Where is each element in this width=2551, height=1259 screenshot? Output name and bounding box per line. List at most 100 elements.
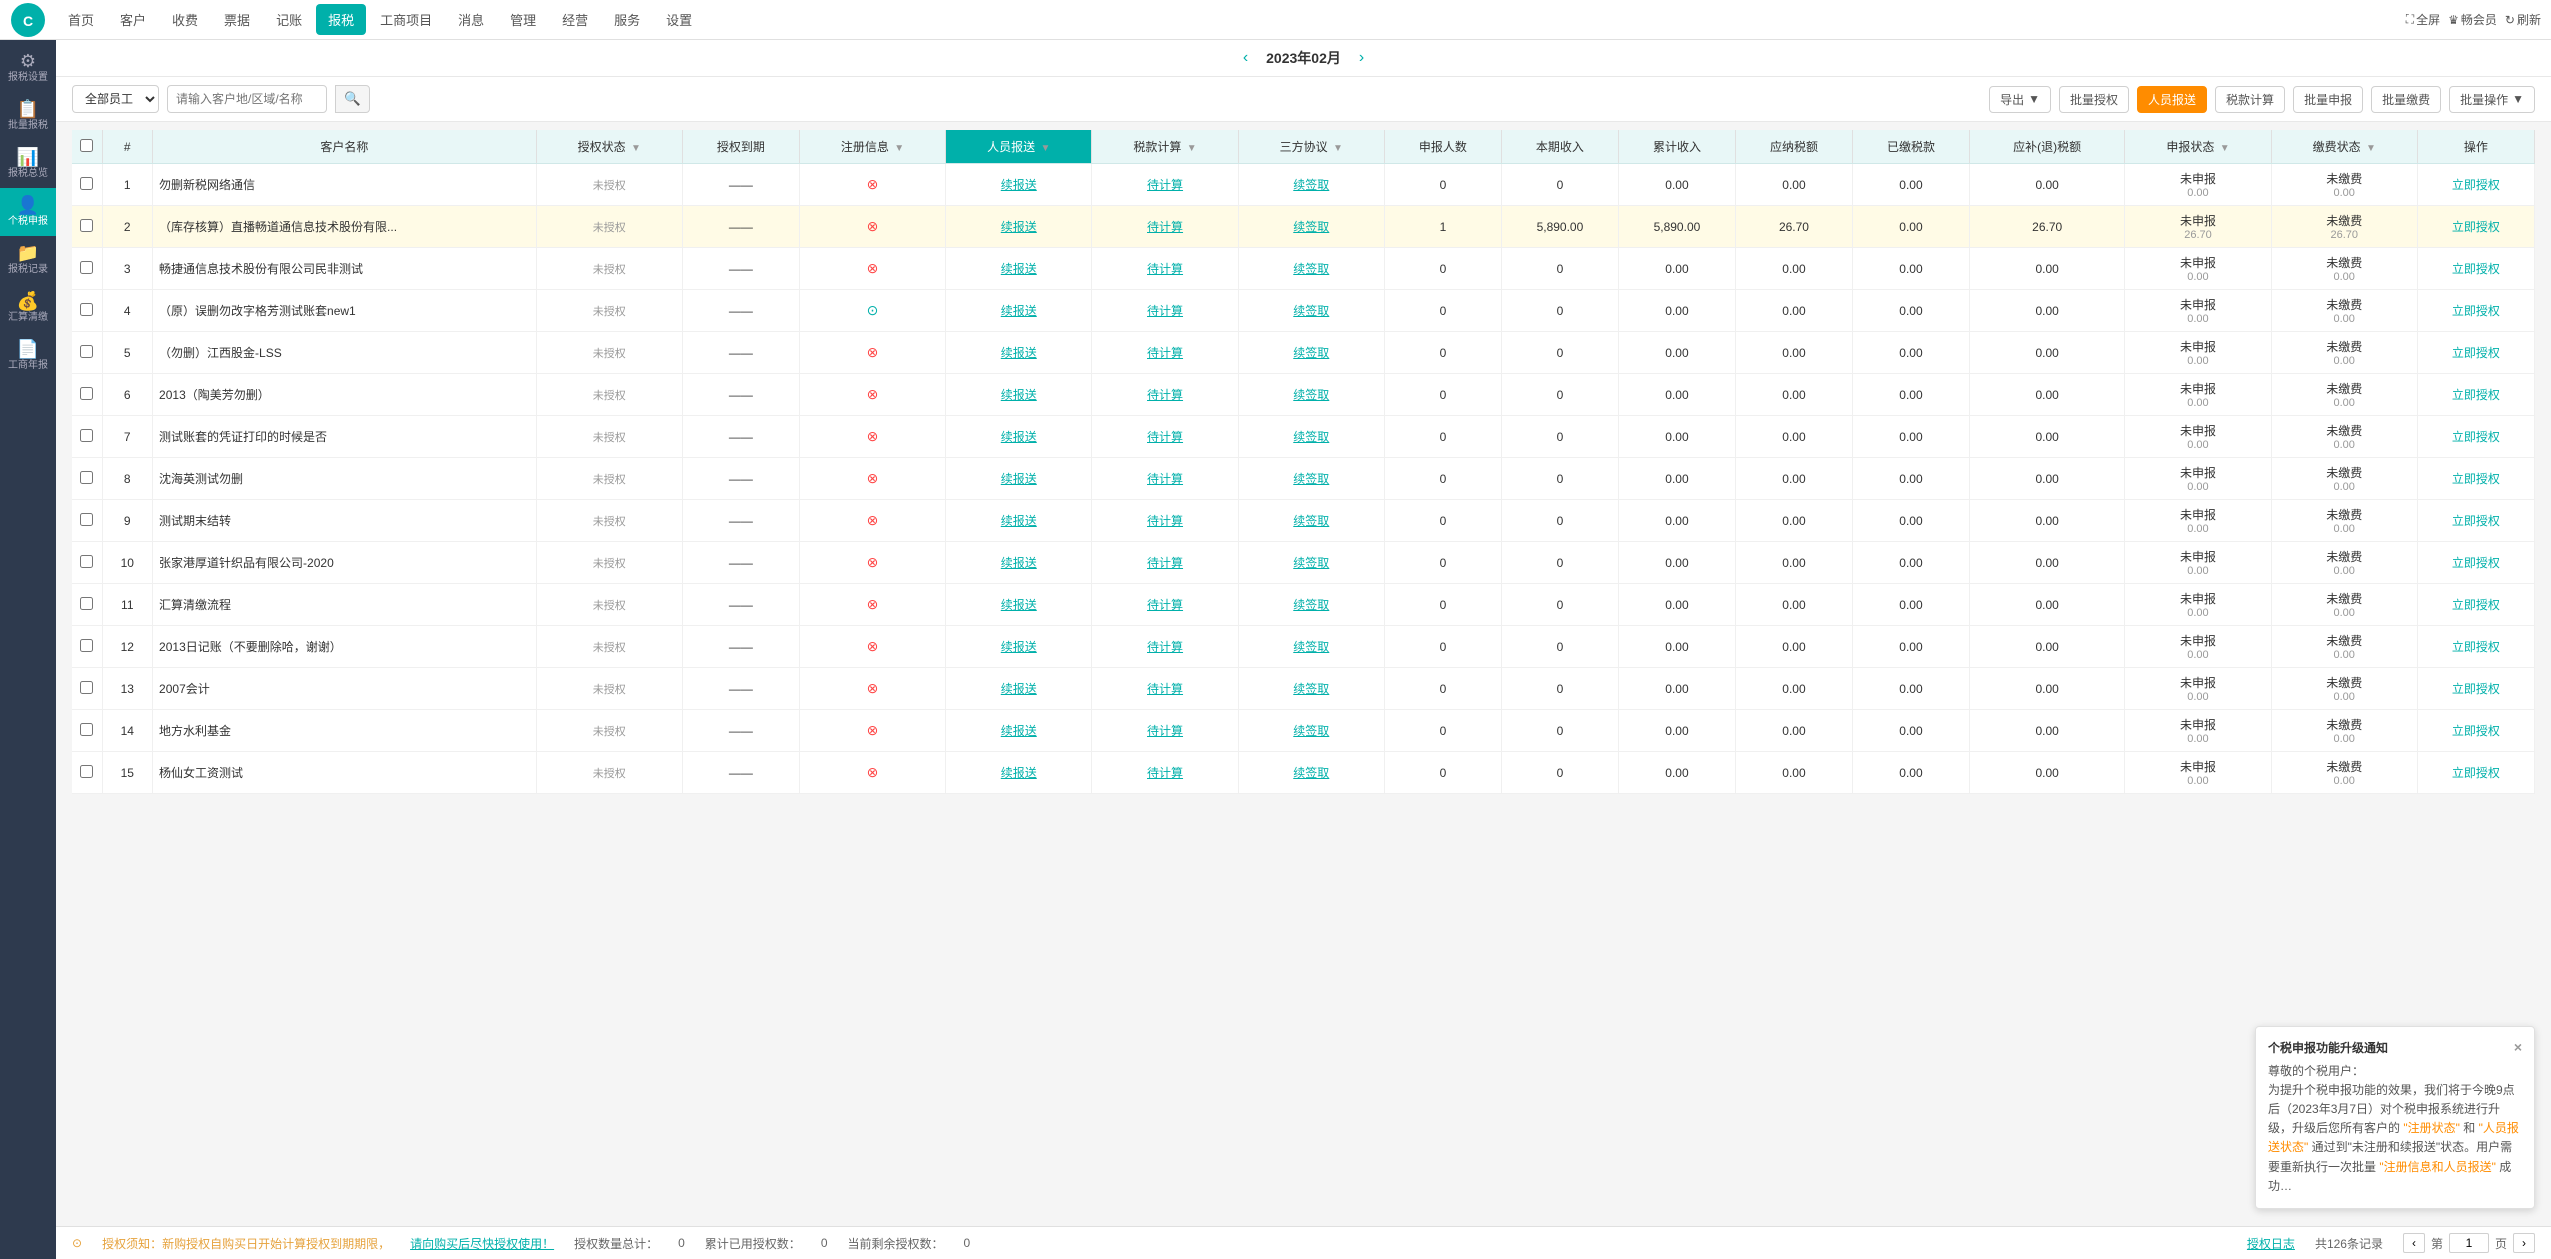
row-checkbox[interactable] xyxy=(72,542,102,584)
action-btn[interactable]: 立即授权 xyxy=(2452,344,2500,361)
row-person-report[interactable]: 续报送 xyxy=(946,332,1092,374)
action-btn[interactable]: 立即授权 xyxy=(2452,638,2500,655)
row-tax-calc[interactable]: 待计算 xyxy=(1092,626,1238,668)
row-checkbox[interactable] xyxy=(72,584,102,626)
row-person-report[interactable]: 续报送 xyxy=(946,500,1092,542)
batch-ops-btn[interactable]: 批量操作 ▼ xyxy=(2449,86,2535,113)
sidebar-item-报税设置[interactable]: ⚙报税设置 xyxy=(0,44,56,92)
row-person-report[interactable]: 续报送 xyxy=(946,626,1092,668)
row-select-checkbox[interactable] xyxy=(80,429,93,442)
next-period-btn[interactable]: › xyxy=(1353,49,1370,67)
row-tax-calc[interactable]: 待计算 xyxy=(1092,542,1238,584)
row-actions[interactable]: 立即授权 xyxy=(2417,542,2534,584)
action-btn[interactable]: 立即授权 xyxy=(2452,512,2500,529)
row-tax-calc[interactable]: 待计算 xyxy=(1092,416,1238,458)
row-tax-calc[interactable]: 待计算 xyxy=(1092,332,1238,374)
row-checkbox[interactable] xyxy=(72,710,102,752)
row-select-checkbox[interactable] xyxy=(80,387,93,400)
row-actions[interactable]: 立即授权 xyxy=(2417,248,2534,290)
row-actions[interactable]: 立即授权 xyxy=(2417,332,2534,374)
sidebar-item-汇算清缴[interactable]: 💰汇算清缴 xyxy=(0,284,56,332)
nav-item-报税[interactable]: 报税 xyxy=(316,4,366,35)
warn-link[interactable]: 请向购买后尽快授权使用！ xyxy=(410,1235,554,1252)
action-btn[interactable]: 立即授权 xyxy=(2452,722,2500,739)
col-reg-info[interactable]: 注册信息 ▼ xyxy=(799,130,945,164)
row-select-checkbox[interactable] xyxy=(80,219,93,232)
col-declare-status[interactable]: 申报状态 ▼ xyxy=(2125,130,2271,164)
row-actions[interactable]: 立即授权 xyxy=(2417,206,2534,248)
row-actions[interactable]: 立即授权 xyxy=(2417,290,2534,332)
action-btn[interactable]: 立即授权 xyxy=(2452,260,2500,277)
search-input[interactable] xyxy=(167,85,327,113)
row-tri-agreement[interactable]: 续签取 xyxy=(1238,500,1384,542)
search-btn[interactable]: 🔍 xyxy=(335,85,370,113)
sidebar-item-工商年报[interactable]: 📄工商年报 xyxy=(0,332,56,380)
sidebar-item-个税申报[interactable]: 👤个税申报 xyxy=(0,188,56,236)
row-tax-calc[interactable]: 待计算 xyxy=(1092,500,1238,542)
row-actions[interactable]: 立即授权 xyxy=(2417,416,2534,458)
col-auth-status[interactable]: 授权状态 ▼ xyxy=(536,130,682,164)
row-checkbox[interactable] xyxy=(72,458,102,500)
col-tax-calc[interactable]: 税款计算 ▼ xyxy=(1092,130,1238,164)
nav-item-工商项目[interactable]: 工商项目 xyxy=(368,4,444,35)
action-btn[interactable]: 立即授权 xyxy=(2452,596,2500,613)
row-tax-calc[interactable]: 待计算 xyxy=(1092,668,1238,710)
row-actions[interactable]: 立即授权 xyxy=(2417,752,2534,794)
personal-report-btn[interactable]: 人员报送 xyxy=(2137,86,2207,113)
row-tax-calc[interactable]: 待计算 xyxy=(1092,584,1238,626)
row-person-report[interactable]: 续报送 xyxy=(946,584,1092,626)
row-tri-agreement[interactable]: 续签取 xyxy=(1238,248,1384,290)
nav-item-服务[interactable]: 服务 xyxy=(602,4,652,35)
row-tri-agreement[interactable]: 续签取 xyxy=(1238,416,1384,458)
row-tri-agreement[interactable]: 续签取 xyxy=(1238,206,1384,248)
row-checkbox[interactable] xyxy=(72,374,102,416)
row-tri-agreement[interactable]: 续签取 xyxy=(1238,458,1384,500)
fullscreen-btn[interactable]: ⛶ 全屏 xyxy=(2406,11,2440,28)
row-actions[interactable]: 立即授权 xyxy=(2417,500,2534,542)
row-actions[interactable]: 立即授权 xyxy=(2417,626,2534,668)
row-tax-calc[interactable]: 待计算 xyxy=(1092,248,1238,290)
page-input[interactable] xyxy=(2449,1233,2489,1253)
row-select-checkbox[interactable] xyxy=(80,345,93,358)
row-actions[interactable]: 立即授权 xyxy=(2417,458,2534,500)
batch-report-btn[interactable]: 批量申报 xyxy=(2293,86,2363,113)
row-tax-calc[interactable]: 待计算 xyxy=(1092,752,1238,794)
row-tax-calc[interactable]: 待计算 xyxy=(1092,458,1238,500)
row-checkbox[interactable] xyxy=(72,668,102,710)
sidebar-item-批量报税[interactable]: 📋批量报税 xyxy=(0,92,56,140)
action-btn[interactable]: 立即授权 xyxy=(2452,176,2500,193)
row-person-report[interactable]: 续报送 xyxy=(946,374,1092,416)
row-tax-calc[interactable]: 待计算 xyxy=(1092,206,1238,248)
row-checkbox[interactable] xyxy=(72,416,102,458)
row-tri-agreement[interactable]: 续签取 xyxy=(1238,668,1384,710)
row-select-checkbox[interactable] xyxy=(80,555,93,568)
action-btn[interactable]: 立即授权 xyxy=(2452,428,2500,445)
row-actions[interactable]: 立即授权 xyxy=(2417,164,2534,206)
sidebar-item-报税记录[interactable]: 📁报税记录 xyxy=(0,236,56,284)
action-btn[interactable]: 立即授权 xyxy=(2452,218,2500,235)
sidebar-item-报税总览[interactable]: 📊报税总览 xyxy=(0,140,56,188)
nav-item-管理[interactable]: 管理 xyxy=(498,4,548,35)
select-all-checkbox[interactable] xyxy=(80,139,93,152)
row-tax-calc[interactable]: 待计算 xyxy=(1092,164,1238,206)
nav-item-记账[interactable]: 记账 xyxy=(264,4,314,35)
action-btn[interactable]: 立即授权 xyxy=(2452,764,2500,781)
row-select-checkbox[interactable] xyxy=(80,639,93,652)
row-tri-agreement[interactable]: 续签取 xyxy=(1238,752,1384,794)
row-checkbox[interactable] xyxy=(72,500,102,542)
row-tri-agreement[interactable]: 续签取 xyxy=(1238,290,1384,332)
row-actions[interactable]: 立即授权 xyxy=(2417,584,2534,626)
notification-close-btn[interactable]: × xyxy=(2514,1039,2522,1055)
row-person-report[interactable]: 续报送 xyxy=(946,752,1092,794)
row-person-report[interactable]: 续报送 xyxy=(946,164,1092,206)
refresh-btn[interactable]: ↻ 刷新 xyxy=(2505,11,2541,28)
row-checkbox[interactable] xyxy=(72,626,102,668)
row-tri-agreement[interactable]: 续签取 xyxy=(1238,332,1384,374)
row-tri-agreement[interactable]: 续签取 xyxy=(1238,584,1384,626)
row-tax-calc[interactable]: 待计算 xyxy=(1092,374,1238,416)
row-person-report[interactable]: 续报送 xyxy=(946,416,1092,458)
row-select-checkbox[interactable] xyxy=(80,723,93,736)
row-tri-agreement[interactable]: 续签取 xyxy=(1238,374,1384,416)
row-person-report[interactable]: 续报送 xyxy=(946,248,1092,290)
auth-log-link[interactable]: 授权日志 xyxy=(2247,1235,2295,1252)
